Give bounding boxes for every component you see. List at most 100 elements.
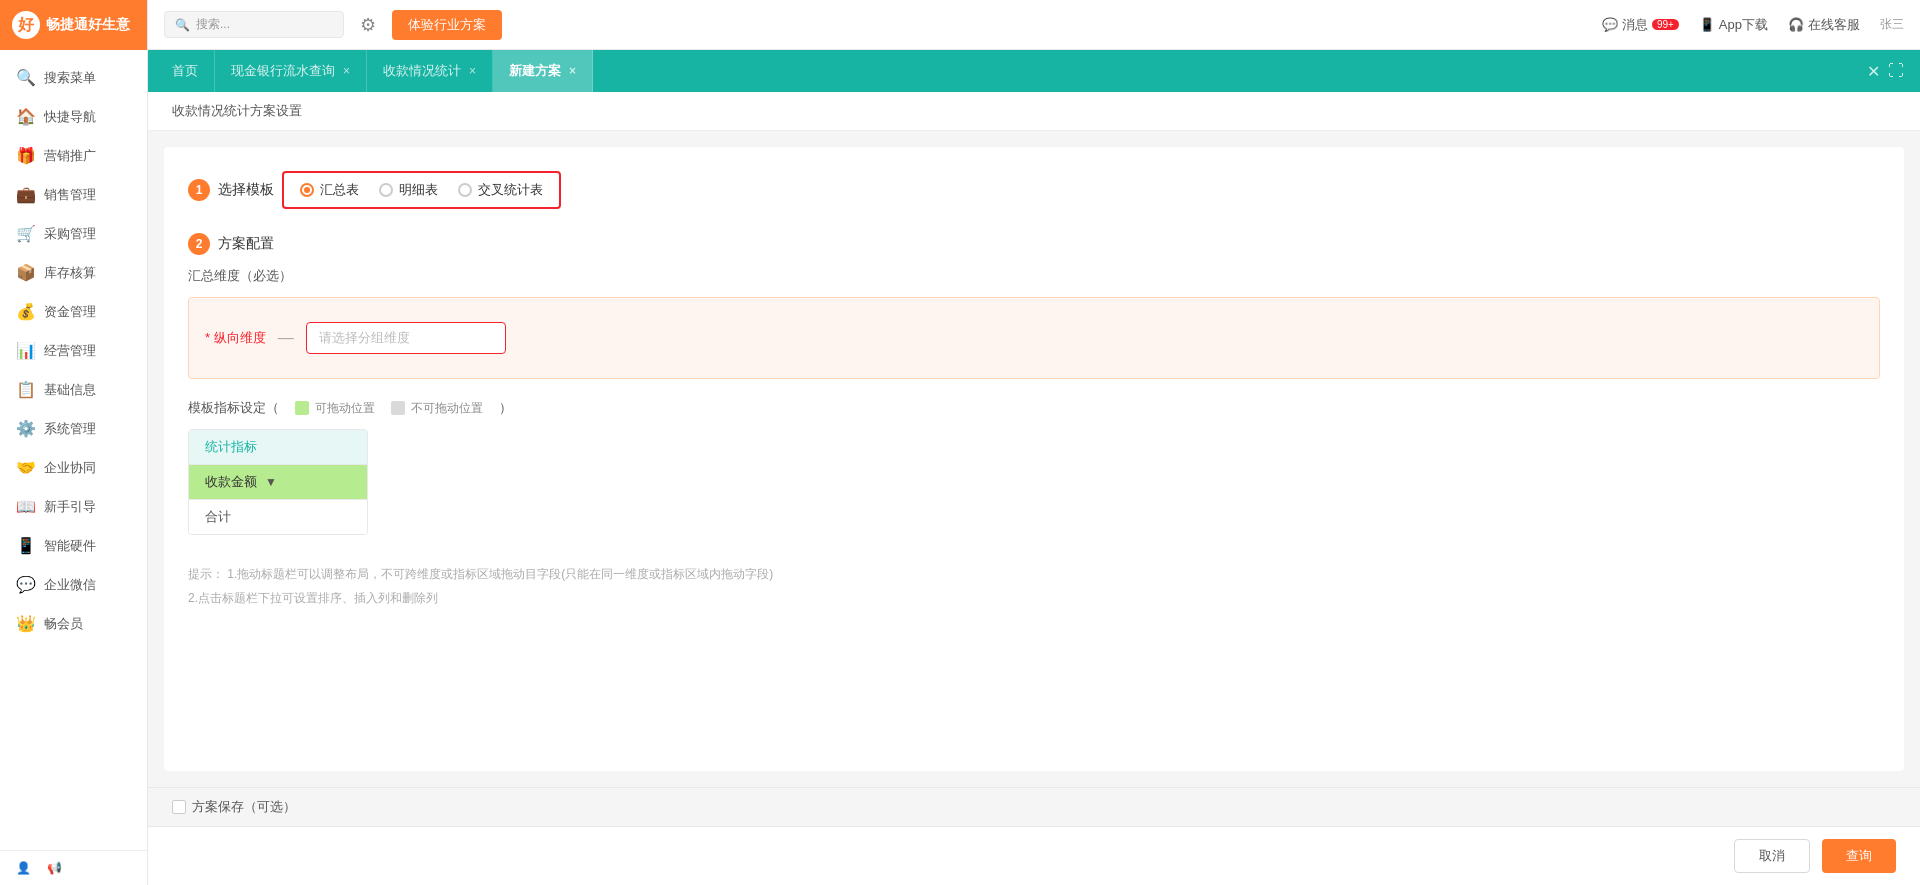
online-support-button[interactable]: 🎧 在线客服 [1788, 16, 1860, 34]
dimension-sublabel: 汇总维度（必选） [188, 267, 1880, 285]
tab-bar: 首页现金银行流水查询 × 收款情况统计 × 新建方案 × ✕ ⛶ [148, 50, 1920, 92]
sidebar: 好 畅捷通好生意 🔍搜索菜单🏠快捷导航🎁营销推广💼销售管理🛒采购管理📦库存核算💰… [0, 0, 148, 885]
drag-legend: 可拖动位置 [295, 400, 375, 417]
hint-line1: 提示： 1.拖动标题栏可以调整布局，不可跨维度或指标区域拖动目字段(只能在同一维… [188, 562, 1880, 586]
sidebar-label-1: 快捷导航 [44, 108, 96, 126]
sidebar-icon-6: 💰 [16, 302, 36, 321]
search-placeholder: 搜索... [196, 16, 230, 33]
radio-cross-label: 交叉统计表 [478, 181, 543, 199]
template-select-box: 汇总表 明细表 交叉统计表 [282, 171, 561, 209]
radio-detail[interactable]: 明细表 [379, 181, 438, 199]
sidebar-footer-icon2[interactable]: 📢 [47, 861, 62, 875]
sidebar-icon-1: 🏠 [16, 107, 36, 126]
section1-title: 选择模板 [218, 181, 274, 199]
indicator-table-header: 统计指标 [189, 430, 367, 464]
sidebar-item-11[interactable]: 📖新手引导 [0, 487, 147, 526]
tab-item-1[interactable]: 现金银行流水查询 × [215, 50, 367, 92]
sidebar-item-3[interactable]: 💼销售管理 [0, 175, 147, 214]
message-icon: 💬 [1602, 17, 1618, 32]
sidebar-label-4: 采购管理 [44, 225, 96, 243]
sidebar-item-4[interactable]: 🛒 采购管理 [0, 214, 147, 253]
indicator-subtotal: 合计 [189, 499, 367, 534]
sidebar-item-0[interactable]: 🔍搜索菜单 [0, 58, 147, 97]
tab-label-2: 收款情况统计 [383, 62, 461, 80]
sidebar-label-12: 智能硬件 [44, 537, 96, 555]
sidebar-item-8[interactable]: 📋 基础信息 [0, 370, 147, 409]
main-area: 🔍 搜索... ⚙ 体验行业方案 💬 消息 99+ 📱 App下载 🎧 在线客服… [148, 0, 1920, 885]
sidebar-item-1[interactable]: 🏠 快捷导航 [0, 97, 147, 136]
search-icon: 🔍 [175, 18, 190, 32]
settings-icon[interactable]: ⚙ [360, 14, 376, 36]
tab-close-1[interactable]: × [343, 64, 350, 78]
sidebar-label-10: 企业协同 [44, 459, 96, 477]
tab-label-1: 现金银行流水查询 [231, 62, 335, 80]
dimension-select-placeholder: 请选择分组维度 [319, 330, 410, 345]
sidebar-item-14[interactable]: 👑畅会员 [0, 604, 147, 643]
sidebar-icon-3: 💼 [16, 185, 36, 204]
sidebar-item-13[interactable]: 💬企业微信 [0, 565, 147, 604]
header-right: 💬 消息 99+ 📱 App下载 🎧 在线客服 张三 [1602, 16, 1904, 34]
sidebar-icon-10: 🤝 [16, 458, 36, 477]
nodrag-legend: 不可拖动位置 [391, 400, 483, 417]
tab-label-3: 新建方案 [509, 62, 561, 80]
tab-close-2[interactable]: × [469, 64, 476, 78]
sidebar-icon-8: 📋 [16, 380, 36, 399]
sidebar-icon-13: 💬 [16, 575, 36, 594]
radio-cross[interactable]: 交叉统计表 [458, 181, 543, 199]
content-area: 收款情况统计方案设置 1 选择模板 汇总表 明细表 [148, 92, 1920, 885]
bottom-bar: 方案保存（可选） [148, 787, 1920, 826]
tab-item-3[interactable]: 新建方案 × [493, 50, 593, 92]
download-icon: 📱 [1699, 17, 1715, 32]
search-box[interactable]: 🔍 搜索... [164, 11, 344, 38]
sidebar-item-9[interactable]: ⚙️系统管理 [0, 409, 147, 448]
sidebar-item-12[interactable]: 📱智能硬件 [0, 526, 147, 565]
hints-area: 提示： 1.拖动标题栏可以调整布局，不可跨维度或指标区域拖动目字段(只能在同一维… [188, 562, 1880, 610]
save-checkbox-box[interactable] [172, 800, 186, 814]
hint-line2: 2.点击标题栏下拉可设置排序、插入列和删除列 [188, 586, 1880, 610]
sidebar-icon-4: 🛒 [16, 224, 36, 243]
main-card: 1 选择模板 汇总表 明细表 交叉统计表 [164, 147, 1904, 771]
sidebar-nav: 🔍搜索菜单 🏠 快捷导航 🎁 营销推广 💼销售管理 🛒 采购管理 📦库存核算💰资金管理📊经营管理… [0, 50, 147, 850]
radio-summary[interactable]: 汇总表 [300, 181, 359, 199]
app-download-button[interactable]: 📱 App下载 [1699, 16, 1768, 34]
tab-maximize-icon[interactable]: ⛶ [1888, 62, 1904, 80]
sidebar-label-2: 营销推广 [44, 147, 96, 165]
tab-close-icon[interactable]: ✕ [1867, 62, 1880, 81]
sidebar-footer-icon1[interactable]: 👤 [16, 861, 31, 875]
sidebar-item-2[interactable]: 🎁 营销推广 [0, 136, 147, 175]
app-download-label: App下载 [1719, 16, 1768, 34]
trial-button[interactable]: 体验行业方案 [392, 10, 502, 40]
query-button[interactable]: 查询 [1822, 839, 1896, 873]
sidebar-icon-7: 📊 [16, 341, 36, 360]
drag-legend-box [295, 401, 309, 415]
sidebar-icon-2: 🎁 [16, 146, 36, 165]
tab-close-3[interactable]: × [569, 64, 576, 78]
cancel-button[interactable]: 取消 [1734, 839, 1810, 873]
indicator-label-close: ） [499, 399, 512, 417]
sidebar-item-10[interactable]: 🤝 企业协同 [0, 448, 147, 487]
sidebar-label-14: 畅会员 [44, 615, 83, 633]
save-label: 方案保存（可选） [192, 798, 296, 816]
sidebar-label-11: 新手引导 [44, 498, 96, 516]
sidebar-label-8: 基础信息 [44, 381, 96, 399]
indicator-label-text: 模板指标设定（ [188, 399, 279, 417]
indicator-table-cell[interactable]: 收款金额 ▼ [189, 464, 367, 499]
page-title: 收款情况统计方案设置 [148, 92, 1920, 131]
radio-detail-label: 明细表 [399, 181, 438, 199]
save-checkbox[interactable]: 方案保存（可选） [172, 798, 296, 816]
tab-item-0[interactable]: 首页 [156, 50, 215, 92]
tab-item-2[interactable]: 收款情况统计 × [367, 50, 493, 92]
username-label: 张三 [1880, 16, 1904, 33]
sidebar-item-6[interactable]: 💰资金管理 [0, 292, 147, 331]
dimension-arrow: — [278, 329, 294, 347]
nodrag-legend-label: 不可拖动位置 [411, 400, 483, 417]
sidebar-icon-9: ⚙️ [16, 419, 36, 438]
message-button[interactable]: 💬 消息 99+ [1602, 16, 1679, 34]
sidebar-item-5[interactable]: 📦库存核算 [0, 253, 147, 292]
sidebar-item-7[interactable]: 📊经营管理 [0, 331, 147, 370]
sidebar-label-5: 库存核算 [44, 264, 96, 282]
dimension-select[interactable]: 请选择分组维度 [306, 322, 506, 354]
online-support-label: 在线客服 [1808, 16, 1860, 34]
support-icon: 🎧 [1788, 17, 1804, 32]
section2-title: 方案配置 [218, 235, 274, 253]
